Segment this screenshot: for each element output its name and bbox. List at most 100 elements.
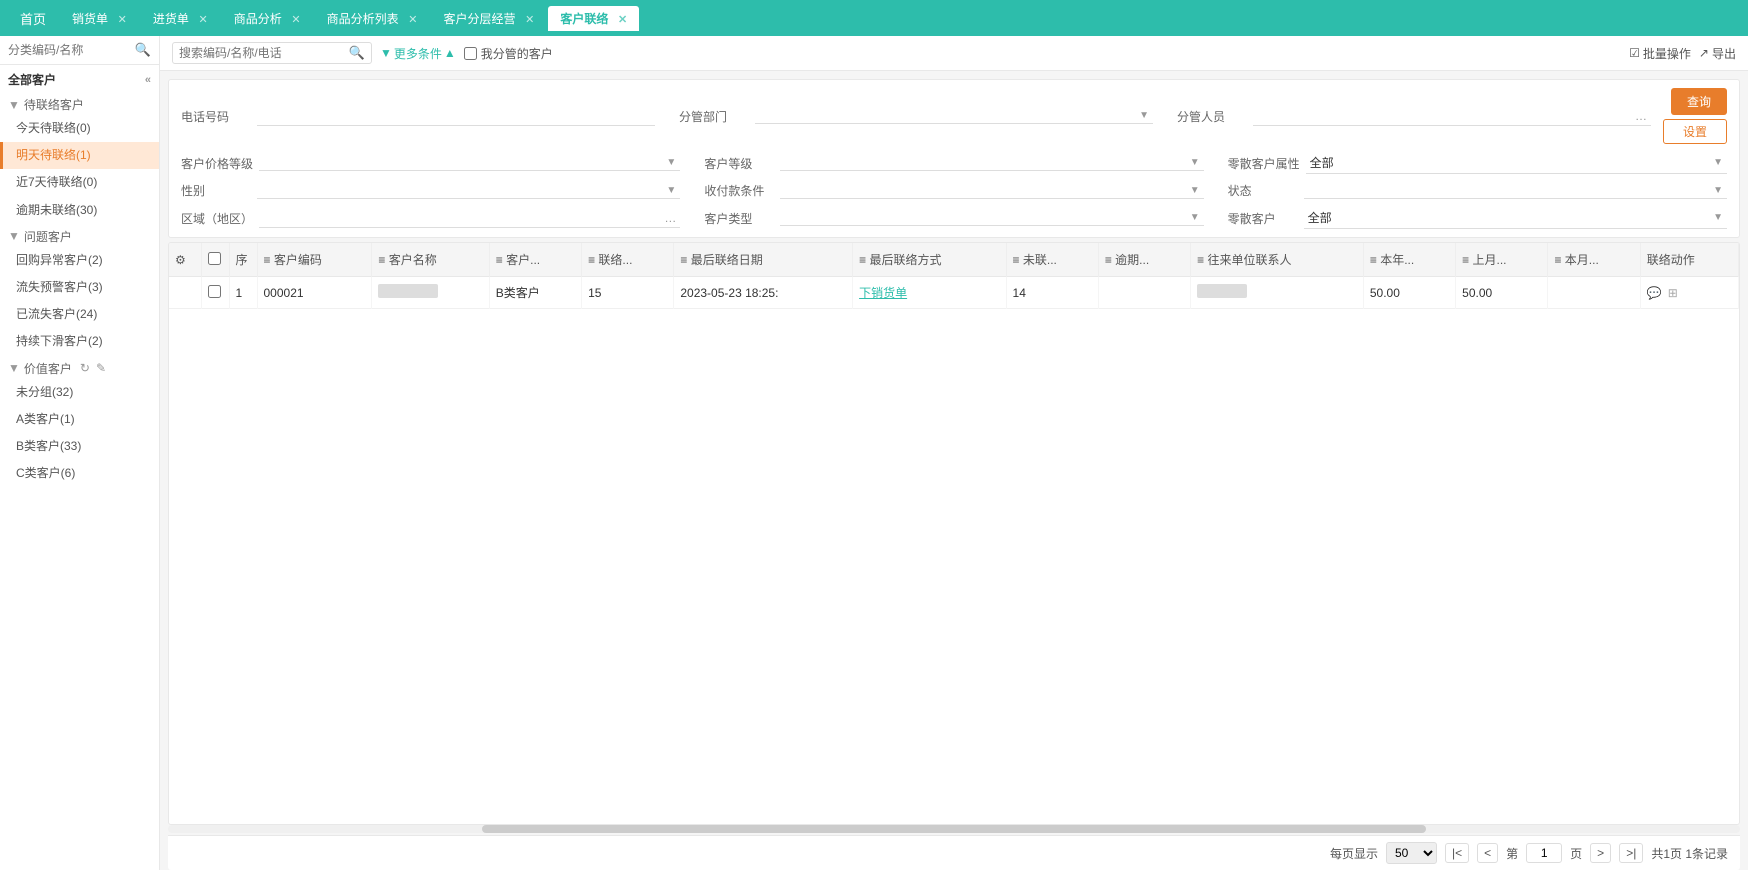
- data-table-wrap: ⚙ 序 ≡ 客户编码 ≡ 客户名称 ≡ 客户...: [168, 242, 1740, 825]
- batch-action-btn[interactable]: ☑ 批量操作: [1629, 45, 1691, 62]
- sidebar-search-input[interactable]: [8, 43, 135, 57]
- value-refresh-icon[interactable]: ↻: [80, 361, 90, 375]
- right-actions: ☑ 批量操作 ↗ 导出: [1629, 45, 1736, 62]
- pending-contact-group[interactable]: ▼ 待联络客户: [0, 92, 159, 115]
- payment-select[interactable]: ▼: [780, 183, 1203, 199]
- total-label: 共1页 1条记录: [1651, 845, 1728, 862]
- more-filter-label: 更多条件: [394, 45, 442, 62]
- phone-input[interactable]: [257, 107, 655, 126]
- col-last-month[interactable]: ≡ 上月...: [1456, 243, 1548, 277]
- my-customer-wrap: 我分管的客户: [464, 45, 553, 62]
- search-button[interactable]: 🔍: [349, 45, 365, 61]
- sidebar-item-churn-warning[interactable]: 流失预警客户(3): [0, 274, 159, 301]
- sidebar-item-7days[interactable]: 近7天待联络(0): [0, 169, 159, 196]
- col-name[interactable]: ≡ 客户名称: [372, 243, 489, 277]
- manager-select[interactable]: …: [1253, 107, 1651, 126]
- sidebar-item-tomorrow[interactable]: 明天待联络(1): [0, 142, 159, 169]
- retail-attr-value: 全部: [1310, 154, 1334, 171]
- first-page-btn[interactable]: |<: [1445, 843, 1469, 863]
- status-arrow: ▼: [1713, 185, 1723, 196]
- payment-label: 收付款条件: [704, 182, 774, 199]
- nav-goods-analysis-close[interactable]: ✕: [291, 14, 300, 26]
- col-code[interactable]: ≡ 客户编码: [257, 243, 372, 277]
- nav-customer-contact[interactable]: 客户联络 ✕: [548, 6, 639, 31]
- cust-type-select[interactable]: ▼: [780, 210, 1203, 226]
- nav-home[interactable]: 首页: [8, 5, 58, 32]
- cust-level-select[interactable]: ▼: [780, 155, 1203, 171]
- dept-select[interactable]: ▼: [755, 108, 1153, 124]
- row-unit-contact-cell: [1191, 277, 1364, 309]
- nav-goods-analysis-list[interactable]: 商品分析列表 ✕: [315, 6, 430, 31]
- chat-icon[interactable]: 💬: [1647, 286, 1662, 300]
- price-level-select[interactable]: ▼: [259, 155, 680, 171]
- status-select[interactable]: ▼: [1304, 183, 1727, 199]
- retail-cust-select[interactable]: 全部 ▼: [1304, 207, 1727, 229]
- horizontal-scrollbar[interactable]: [168, 825, 1740, 833]
- value-customer-group[interactable]: ▼ 价值客户 ↻ ✎: [0, 356, 159, 379]
- manager-dots[interactable]: …: [1635, 109, 1647, 123]
- nav-sales[interactable]: 销货单 ✕: [60, 6, 139, 31]
- more-filter-btn[interactable]: ▼ 更多条件 ▲: [380, 45, 456, 62]
- page-number-input[interactable]: [1526, 843, 1562, 863]
- nav-purchase[interactable]: 进货单 ✕: [141, 6, 220, 31]
- select-all-checkbox[interactable]: [208, 252, 221, 265]
- nav-customer-segments[interactable]: 客户分层经营 ✕: [431, 6, 546, 31]
- region-dots[interactable]: …: [664, 211, 676, 225]
- retail-attr-select[interactable]: 全部 ▼: [1306, 152, 1727, 174]
- export-btn[interactable]: ↗ 导出: [1699, 45, 1736, 62]
- last-page-btn[interactable]: >|: [1619, 843, 1643, 863]
- nav-segments-close[interactable]: ✕: [525, 14, 534, 26]
- row-gear-cell: [169, 277, 201, 309]
- sidebar-item-today[interactable]: 今天待联络(0): [0, 115, 159, 142]
- gender-select[interactable]: ▼: [257, 183, 680, 199]
- sidebar-item-overdue[interactable]: 逾期未联络(30): [0, 197, 159, 224]
- row-last-method-cell[interactable]: 下销货单: [853, 277, 1006, 309]
- col-last-date[interactable]: ≡ 最后联络日期: [674, 243, 853, 277]
- nav-contact-close[interactable]: ✕: [618, 14, 627, 26]
- nav-goods-list-close[interactable]: ✕: [408, 14, 417, 26]
- row-contact-cell: 15: [582, 277, 674, 309]
- next-page-btn[interactable]: >: [1590, 843, 1611, 863]
- col-no-contact[interactable]: ≡ 未联...: [1006, 243, 1098, 277]
- col-year[interactable]: ≡ 本年...: [1363, 243, 1455, 277]
- value-edit-icon[interactable]: ✎: [96, 361, 106, 375]
- nav-sales-close[interactable]: ✕: [118, 14, 127, 26]
- nav-purchase-close[interactable]: ✕: [199, 14, 208, 26]
- pending-arrow: ▼: [8, 98, 20, 112]
- query-button[interactable]: 查询: [1671, 88, 1727, 115]
- nav-goods-analysis[interactable]: 商品分析 ✕: [222, 6, 313, 31]
- col-gear[interactable]: ⚙: [169, 243, 201, 277]
- sidebar-item-churned[interactable]: 已流失客户(24): [0, 301, 159, 328]
- row-checkbox[interactable]: [208, 285, 221, 298]
- col-this-month[interactable]: ≡ 本月...: [1548, 243, 1640, 277]
- col-unit-contact[interactable]: ≡ 往来单位联系人: [1191, 243, 1364, 277]
- sidebar-item-a-class[interactable]: A类客户(1): [0, 406, 159, 433]
- retail-cust-label: 零散客户: [1228, 210, 1298, 227]
- col-contact[interactable]: ≡ 联络...: [582, 243, 674, 277]
- last-method-link[interactable]: 下销货单: [859, 286, 907, 300]
- sidebar-item-c-class[interactable]: C类客户(6): [0, 460, 159, 487]
- gear-icon[interactable]: ⚙: [175, 253, 186, 267]
- col-last-method[interactable]: ≡ 最后联络方式: [853, 243, 1006, 277]
- sidebar-item-b-class[interactable]: B类客户(33): [0, 433, 159, 460]
- col-overdue[interactable]: ≡ 逾期...: [1098, 243, 1190, 277]
- grid-icon[interactable]: ⊞: [1668, 286, 1678, 300]
- search-input[interactable]: [179, 46, 349, 60]
- row-name-cell: [372, 277, 489, 309]
- content-area: 🔍 ▼ 更多条件 ▲ 我分管的客户 ☑ 批量操作 ↗ 导出: [160, 36, 1748, 870]
- dept-arrow: ▼: [1139, 110, 1149, 121]
- sidebar-search-icon[interactable]: 🔍: [135, 42, 151, 58]
- search-bar: 🔍 ▼ 更多条件 ▲ 我分管的客户 ☑ 批量操作 ↗ 导出: [160, 36, 1748, 71]
- scrollbar-thumb[interactable]: [482, 825, 1425, 833]
- all-customers-title[interactable]: 全部客户 «: [0, 65, 159, 92]
- per-page-select[interactable]: 50 100 200: [1386, 842, 1437, 864]
- my-customer-checkbox[interactable]: [464, 47, 477, 60]
- prev-page-btn[interactable]: <: [1477, 843, 1498, 863]
- sidebar-item-ungroup[interactable]: 未分组(32): [0, 379, 159, 406]
- problem-customer-group[interactable]: ▼ 问题客户: [0, 224, 159, 247]
- set-button[interactable]: 设置: [1663, 119, 1727, 144]
- region-select[interactable]: …: [259, 209, 680, 228]
- sidebar-item-repurchase-anomaly[interactable]: 回购异常客户(2): [0, 247, 159, 274]
- col-type[interactable]: ≡ 客户...: [489, 243, 581, 277]
- sidebar-item-declining[interactable]: 持续下滑客户(2): [0, 328, 159, 355]
